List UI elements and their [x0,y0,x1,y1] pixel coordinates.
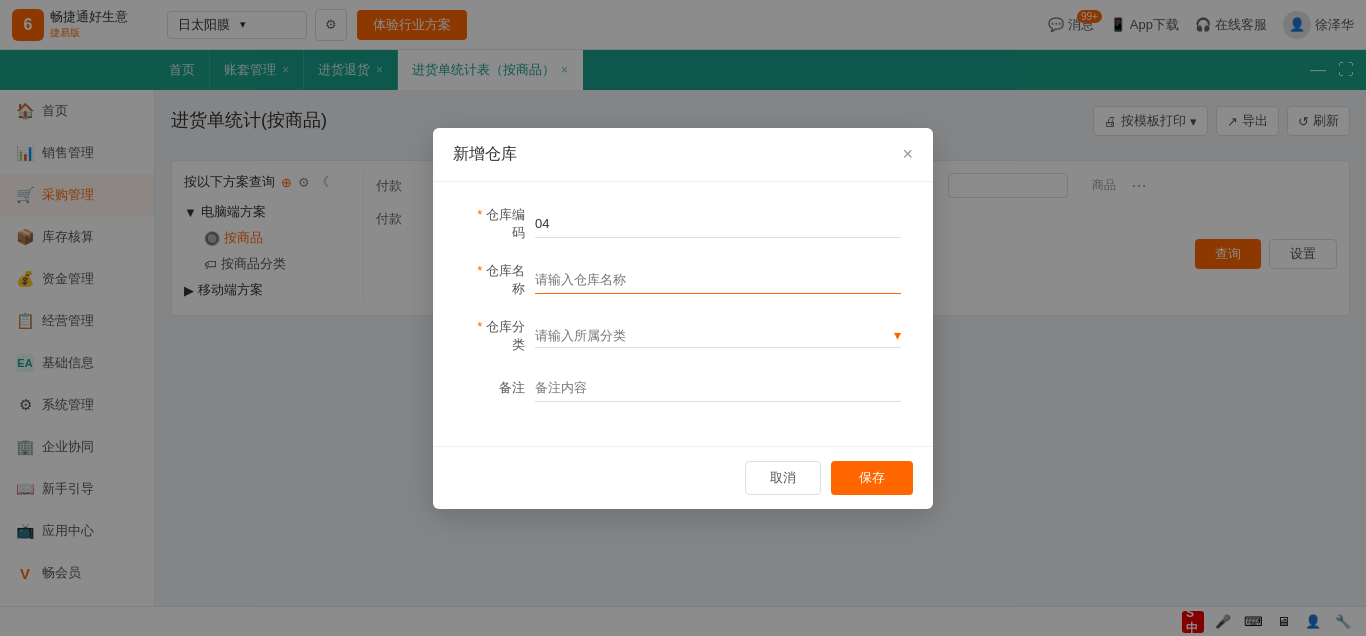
name-input[interactable] [535,266,901,294]
cancel-button[interactable]: 取消 [745,461,821,495]
category-select-input[interactable] [535,328,894,343]
code-label: 仓库编码 [465,206,535,242]
dialog-header: 新增仓库 × [433,128,933,182]
form-row-category: 仓库分类 ▾ [465,318,901,354]
dialog-footer: 取消 保存 [433,446,933,509]
form-row-code: 仓库编码 [465,206,901,242]
category-select-wrap: ▾ [535,323,901,348]
remark-input[interactable] [535,374,901,402]
save-button[interactable]: 保存 [831,461,913,495]
remark-label: 备注 [465,379,535,397]
name-label: 仓库名称 [465,262,535,298]
dialog-title: 新增仓库 [453,144,517,165]
category-select-arrow-icon[interactable]: ▾ [894,327,901,343]
category-label: 仓库分类 [465,318,535,354]
dialog-add-warehouse: 新增仓库 × 仓库编码 仓库名称 仓库分类 ▾ [433,128,933,509]
form-row-remark: 备注 [465,374,901,402]
modal-overlay: 新增仓库 × 仓库编码 仓库名称 仓库分类 ▾ [0,0,1366,636]
dialog-close-button[interactable]: × [902,145,913,163]
dialog-body: 仓库编码 仓库名称 仓库分类 ▾ 备注 [433,182,933,446]
code-input[interactable] [535,210,901,238]
form-row-name: 仓库名称 [465,262,901,298]
